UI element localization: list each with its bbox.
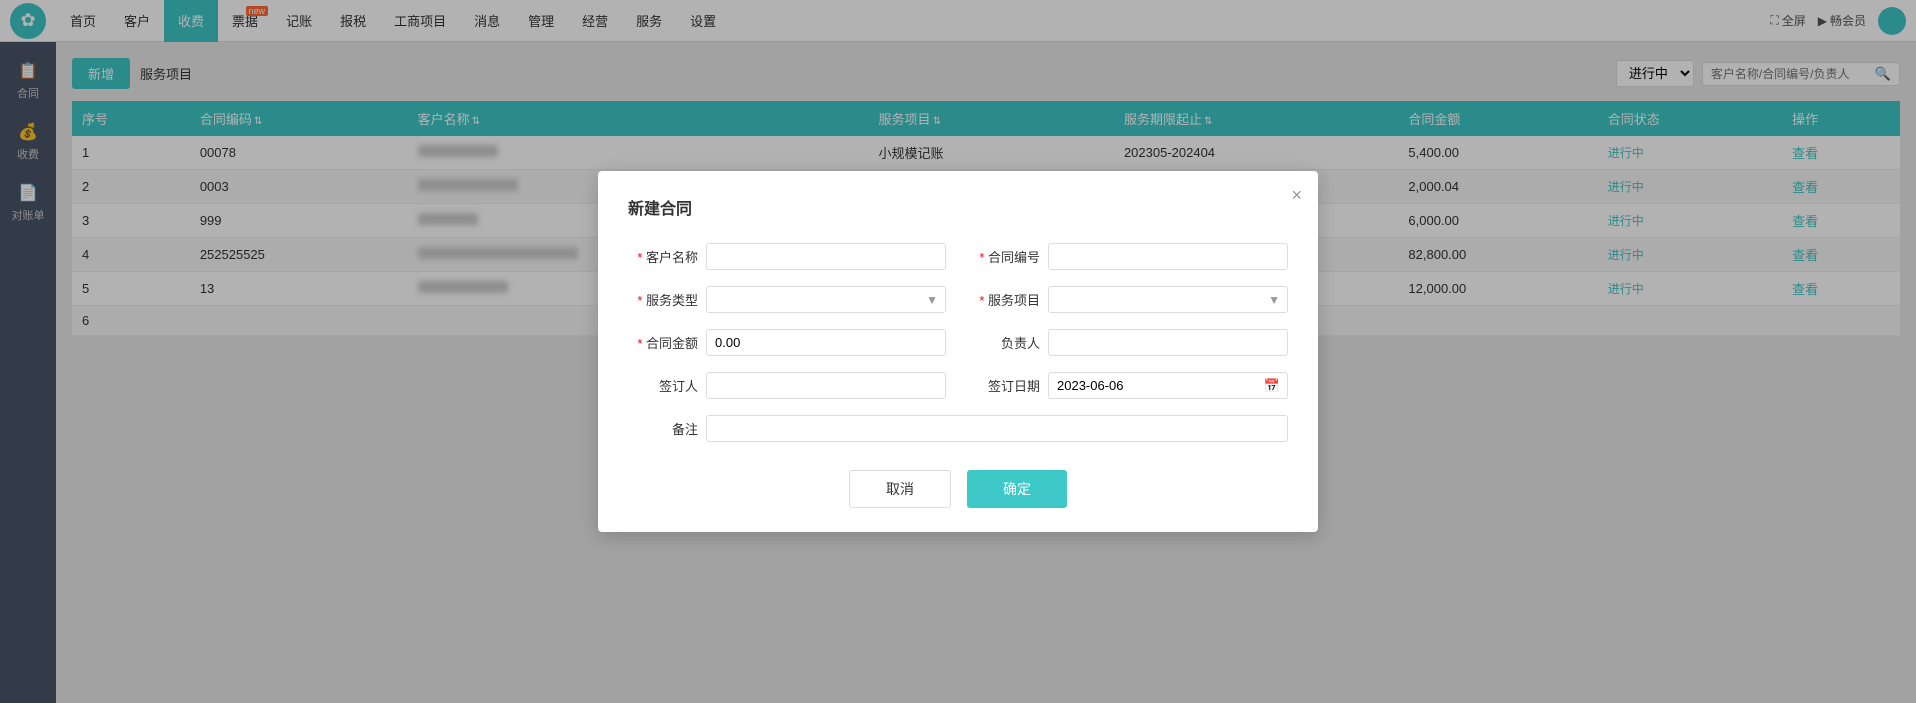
form-row-service-item: 服务项目 ▼	[970, 286, 1288, 313]
service-item-select[interactable]	[1048, 286, 1288, 313]
remark-input[interactable]	[706, 415, 1288, 442]
form-row-contract-no: 合同编号	[970, 243, 1288, 270]
sign-date-label: 签订日期	[970, 376, 1040, 395]
form-row-signer: 签订人	[628, 372, 946, 399]
form-row-remark: 备注	[628, 415, 1288, 442]
form-row-amount: 合同金额	[628, 329, 946, 356]
sign-date-wrapper: 📅	[1048, 372, 1288, 399]
modal-overlay[interactable]: 新建合同 × 客户名称 合同编号 服务类型 ▼	[0, 0, 1916, 703]
service-type-wrapper: ▼	[706, 286, 946, 313]
service-type-label: 服务类型	[628, 290, 698, 309]
form-row-responsible: 负责人	[970, 329, 1288, 356]
responsible-input[interactable]	[1048, 329, 1288, 356]
form-row-service-type: 服务类型 ▼	[628, 286, 946, 313]
form-grid: 客户名称 合同编号 服务类型 ▼ 服务项目	[628, 243, 1288, 442]
customer-name-label: 客户名称	[628, 247, 698, 266]
new-contract-modal: 新建合同 × 客户名称 合同编号 服务类型 ▼	[598, 171, 1318, 532]
contract-no-label: 合同编号	[970, 247, 1040, 266]
form-row-sign-date: 签订日期 📅	[970, 372, 1288, 399]
modal-title: 新建合同	[628, 195, 1288, 219]
remark-label: 备注	[628, 419, 698, 438]
service-item-wrapper: ▼	[1048, 286, 1288, 313]
customer-name-input[interactable]	[706, 243, 946, 270]
modal-footer: 取消 确定	[628, 470, 1288, 508]
service-item-label: 服务项目	[970, 290, 1040, 309]
contract-amount-input[interactable]	[706, 329, 946, 356]
sign-date-input[interactable]	[1048, 372, 1288, 399]
service-type-select[interactable]	[706, 286, 946, 313]
modal-close-button[interactable]: ×	[1291, 185, 1302, 206]
contract-no-input[interactable]	[1048, 243, 1288, 270]
signer-input[interactable]	[706, 372, 946, 399]
signer-label: 签订人	[628, 376, 698, 395]
cancel-button[interactable]: 取消	[849, 470, 951, 508]
confirm-button[interactable]: 确定	[967, 470, 1067, 508]
responsible-label: 负责人	[970, 333, 1040, 352]
form-row-customer: 客户名称	[628, 243, 946, 270]
contract-amount-label: 合同金额	[628, 333, 698, 352]
